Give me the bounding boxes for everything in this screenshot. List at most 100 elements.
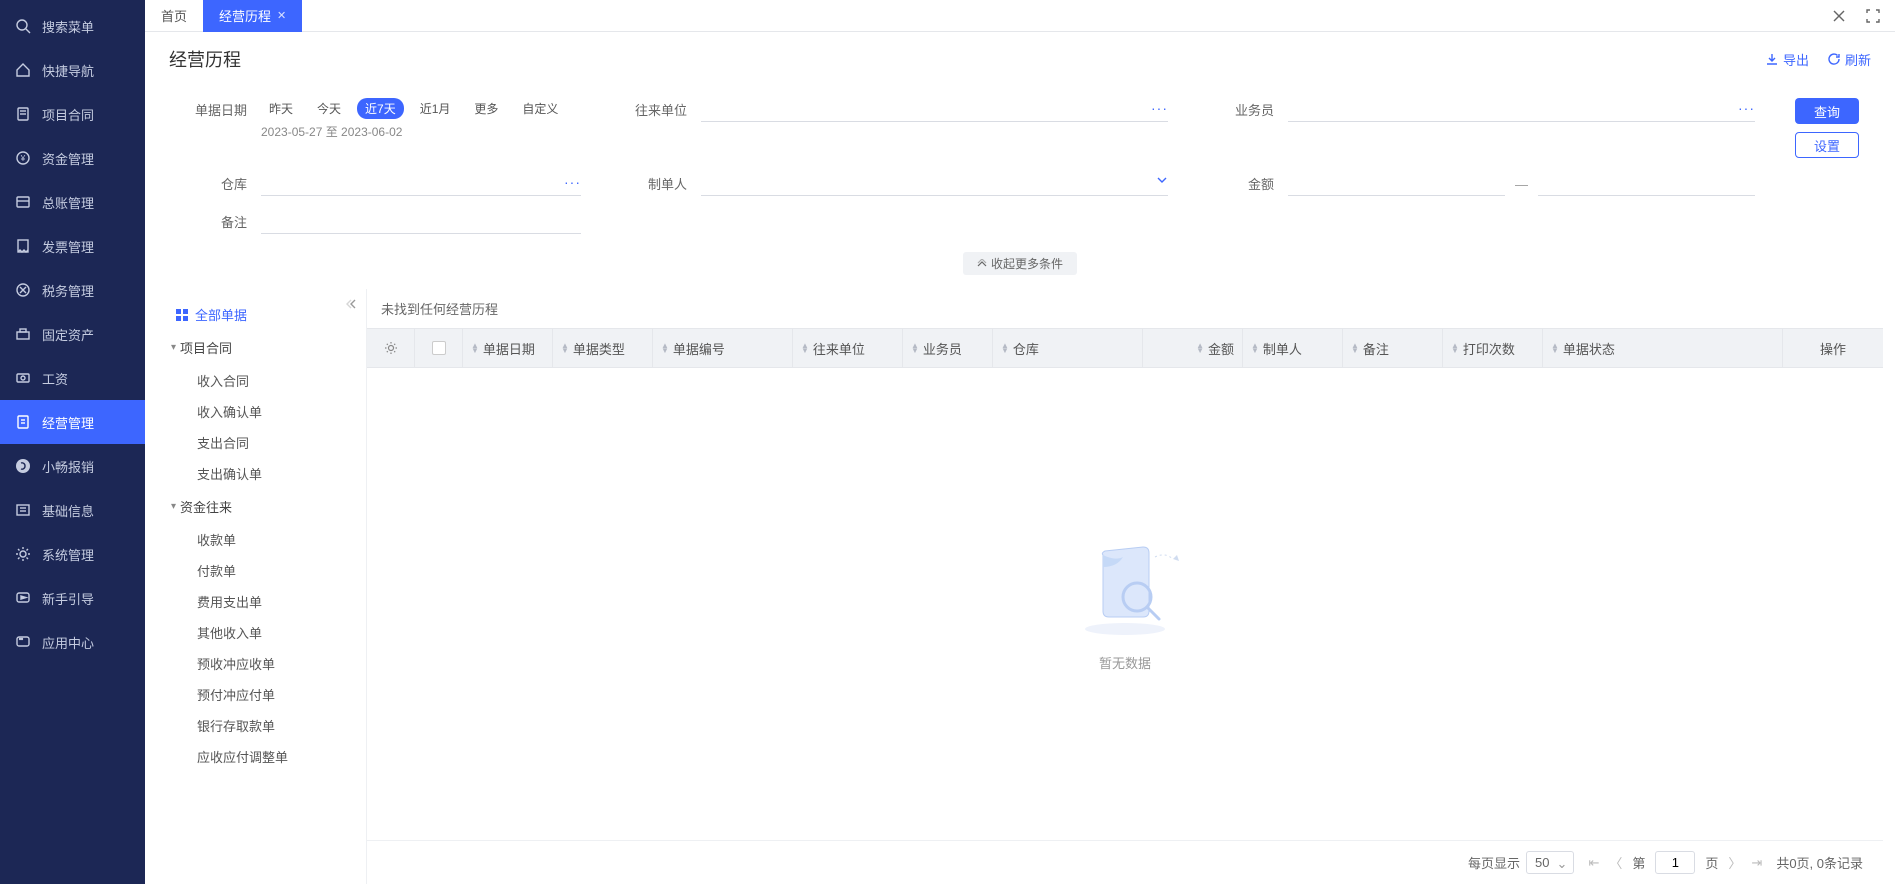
amount-from-input[interactable] [1288, 172, 1505, 196]
amount-to-input[interactable] [1538, 172, 1755, 196]
filter-partner-label: 往来单位 [621, 98, 701, 119]
sidebar-item-ledger[interactable]: 总账管理 [0, 180, 145, 224]
sidebar-item-fund[interactable]: ¥ 资金管理 [0, 136, 145, 180]
svg-text:¥: ¥ [20, 154, 26, 163]
table-header: ▲▼单据日期 ▲▼单据类型 ▲▼单据编号 ▲▼往来单位 ▲▼业务员 ▲▼仓库 ▲… [367, 328, 1883, 368]
category-item[interactable]: 银行存取款单 [157, 710, 366, 741]
sidebar-item-tax[interactable]: 税务管理 [0, 268, 145, 312]
page-size-select[interactable]: 50 ⌄ [1526, 851, 1574, 874]
page-prefix: 第 [1632, 853, 1645, 872]
category-item[interactable]: 支出确认单 [157, 458, 366, 489]
data-area: 未找到任何经营历程 ▲▼单据日期 ▲▼单据类型 ▲▼单据编号 ▲▼往来单位 ▲▼… [367, 289, 1883, 884]
checkbox-icon [432, 341, 446, 355]
collapse-filters-button[interactable]: 收起更多条件 [963, 252, 1077, 275]
date-chip-yesterday[interactable]: 昨天 [261, 98, 301, 119]
ellipsis-icon[interactable]: ··· [1738, 100, 1755, 116]
chevron-down-icon: ▾ [171, 501, 176, 512]
partner-input[interactable] [701, 98, 1168, 122]
th-remark[interactable]: ▲▼备注 [1343, 329, 1443, 367]
reimburse-icon [14, 457, 32, 475]
th-warehouse[interactable]: ▲▼仓库 [993, 329, 1143, 367]
category-item[interactable]: 收款单 [157, 524, 366, 555]
sidebar: 搜索菜单 快捷导航 项目合同 ¥ 资金管理 总账管理 发票管理 税务管理 固定资 [0, 0, 145, 884]
sidebar-item-system[interactable]: 系统管理 [0, 532, 145, 576]
date-chip-7days[interactable]: 近7天 [357, 98, 404, 119]
page-first-icon[interactable]: ⇤ [1588, 855, 1599, 871]
sidebar-item-asset[interactable]: 固定资产 [0, 312, 145, 356]
category-all[interactable]: 全部单据 [157, 299, 366, 330]
date-chip-group: 昨天 今天 近7天 近1月 更多 自定义 [261, 98, 581, 119]
sidebar-item-business[interactable]: 经营管理 [0, 400, 145, 444]
date-chip-more[interactable]: 更多 [466, 98, 506, 119]
sidebar-label: 经营管理 [42, 413, 94, 432]
warehouse-input[interactable] [261, 172, 581, 196]
salary-icon [14, 369, 32, 387]
category-group-contract[interactable]: ▾ 项目合同 [157, 330, 366, 365]
sidebar-item-invoice[interactable]: 发票管理 [0, 224, 145, 268]
page-next-icon[interactable]: 〉 [1728, 853, 1741, 872]
tax-icon [14, 281, 32, 299]
chevron-down-icon[interactable] [1156, 174, 1168, 186]
sidebar-label: 工资 [42, 369, 68, 388]
sidebar-item-contract[interactable]: 项目合同 [0, 92, 145, 136]
tab-home[interactable]: 首页 [145, 0, 203, 32]
category-item[interactable]: 应收应付调整单 [157, 741, 366, 772]
sidebar-item-quick-nav[interactable]: 快捷导航 [0, 48, 145, 92]
category-item[interactable]: 其他收入单 [157, 617, 366, 648]
th-creator[interactable]: ▲▼制单人 [1243, 329, 1343, 367]
category-item[interactable]: 收入确认单 [157, 396, 366, 427]
settings-button[interactable]: 设置 [1795, 132, 1859, 158]
sidebar-label: 项目合同 [42, 105, 94, 124]
remark-input[interactable] [261, 210, 581, 234]
th-amount[interactable]: ▲▼金额 [1143, 329, 1243, 367]
date-chip-today[interactable]: 今天 [309, 98, 349, 119]
category-group-label: 资金往来 [180, 497, 232, 516]
ellipsis-icon[interactable]: ··· [1151, 100, 1168, 116]
th-salesperson[interactable]: ▲▼业务员 [903, 329, 993, 367]
category-panel: 全部单据 ▾ 项目合同 收入合同 收入确认单 支出合同 支出确认单 ▾ 资金往来… [157, 289, 367, 884]
th-no[interactable]: ▲▼单据编号 [653, 329, 793, 367]
sidebar-item-guide[interactable]: 新手引导 [0, 576, 145, 620]
date-chip-custom[interactable]: 自定义 [514, 98, 566, 119]
filter-warehouse-label: 仓库 [181, 172, 261, 193]
business-icon [14, 413, 32, 431]
th-date[interactable]: ▲▼单据日期 [463, 329, 553, 367]
sidebar-label: 系统管理 [42, 545, 94, 564]
ellipsis-icon[interactable]: ··· [564, 174, 581, 190]
page-prev-icon[interactable]: 〈 [1609, 853, 1622, 872]
close-tab-button[interactable] [1827, 4, 1851, 28]
select-all-checkbox[interactable] [415, 329, 463, 367]
collapse-panel-icon[interactable] [346, 297, 360, 311]
date-chip-1month[interactable]: 近1月 [412, 98, 459, 119]
query-button[interactable]: 查询 [1795, 98, 1859, 124]
category-item[interactable]: 费用支出单 [157, 586, 366, 617]
column-settings[interactable] [367, 329, 415, 367]
refresh-button[interactable]: 刷新 [1827, 50, 1871, 69]
salesperson-input[interactable] [1288, 98, 1755, 122]
th-status[interactable]: ▲▼单据状态 [1543, 329, 1783, 367]
th-type[interactable]: ▲▼单据类型 [553, 329, 653, 367]
sidebar-item-reimburse[interactable]: 小畅报销 [0, 444, 145, 488]
th-print-count[interactable]: ▲▼打印次数 [1443, 329, 1543, 367]
category-item[interactable]: 预收冲应收单 [157, 648, 366, 679]
category-item[interactable]: 预付冲应付单 [157, 679, 366, 710]
category-item[interactable]: 付款单 [157, 555, 366, 586]
page-input[interactable] [1655, 851, 1695, 874]
home-icon [14, 61, 32, 79]
export-button[interactable]: 导出 [1765, 50, 1809, 69]
sidebar-item-salary[interactable]: 工资 [0, 356, 145, 400]
tab-business-history[interactable]: 经营历程 ✕ [203, 0, 302, 32]
sidebar-item-apps[interactable]: 应用中心 [0, 620, 145, 664]
th-partner[interactable]: ▲▼往来单位 [793, 329, 903, 367]
category-item[interactable]: 支出合同 [157, 427, 366, 458]
creator-input[interactable] [701, 172, 1168, 196]
page-last-icon[interactable]: ⇥ [1751, 855, 1762, 871]
sidebar-item-info[interactable]: 基础信息 [0, 488, 145, 532]
fullscreen-icon[interactable] [1861, 4, 1885, 28]
close-icon[interactable]: ✕ [277, 9, 286, 22]
chevron-down-icon: ⌄ [1557, 856, 1568, 872]
category-item[interactable]: 收入合同 [157, 365, 366, 396]
category-group-fund[interactable]: ▾ 资金往来 [157, 489, 366, 524]
sidebar-label: 基础信息 [42, 501, 94, 520]
sidebar-item-search-menu[interactable]: 搜索菜单 [0, 4, 145, 48]
